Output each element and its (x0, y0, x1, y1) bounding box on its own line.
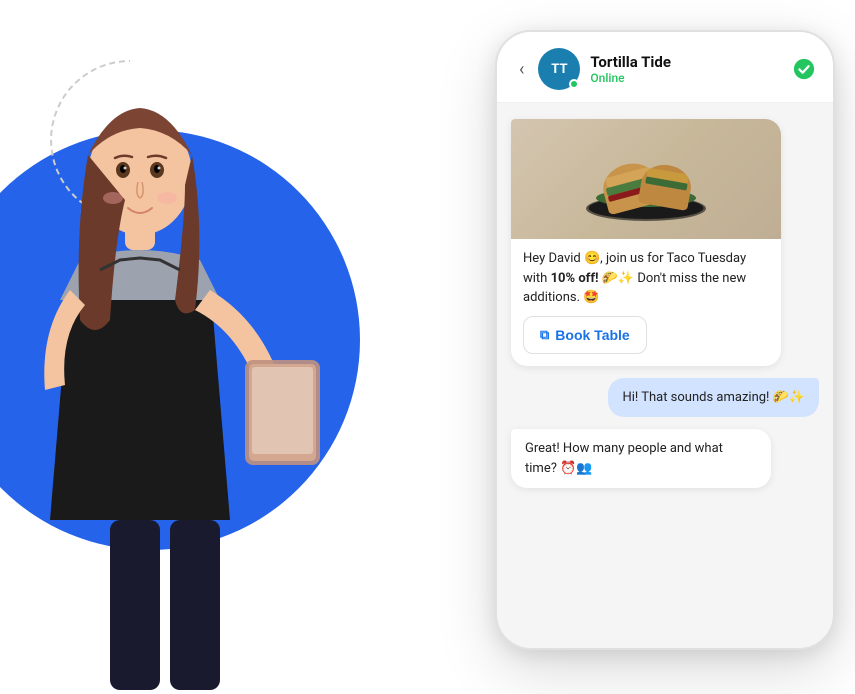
header-info: Tortilla Tide Online (590, 53, 783, 85)
avatar: TT (538, 48, 580, 90)
restaurant-name: Tortilla Tide (590, 53, 783, 71)
restaurant-message-card: Hey David 😊, join us for Taco Tuesday wi… (511, 119, 781, 366)
taco-illustration (591, 139, 701, 219)
chat-area: Hey David 😊, join us for Taco Tuesday wi… (497, 103, 833, 504)
phone-mockup: ‹ TT Tortilla Tide Online (495, 30, 835, 650)
restaurant-message-text: Hey David 😊, join us for Taco Tuesday wi… (511, 239, 781, 316)
verified-badge-icon (793, 58, 815, 80)
online-indicator (569, 79, 579, 89)
chat-header: ‹ TT Tortilla Tide Online (497, 32, 833, 103)
online-status: Online (590, 71, 783, 85)
user-message-1: Hi! That sounds amazing! 🌮✨ (608, 378, 819, 418)
back-button[interactable]: ‹ (515, 59, 528, 80)
waitress-person (0, 0, 390, 690)
restaurant-message-2: Great! How many people and what time? ⏰👥 (511, 429, 771, 488)
food-image (511, 119, 781, 239)
external-link-icon: ⧉ (540, 327, 549, 343)
book-table-button[interactable]: ⧉ Book Table (523, 316, 647, 354)
